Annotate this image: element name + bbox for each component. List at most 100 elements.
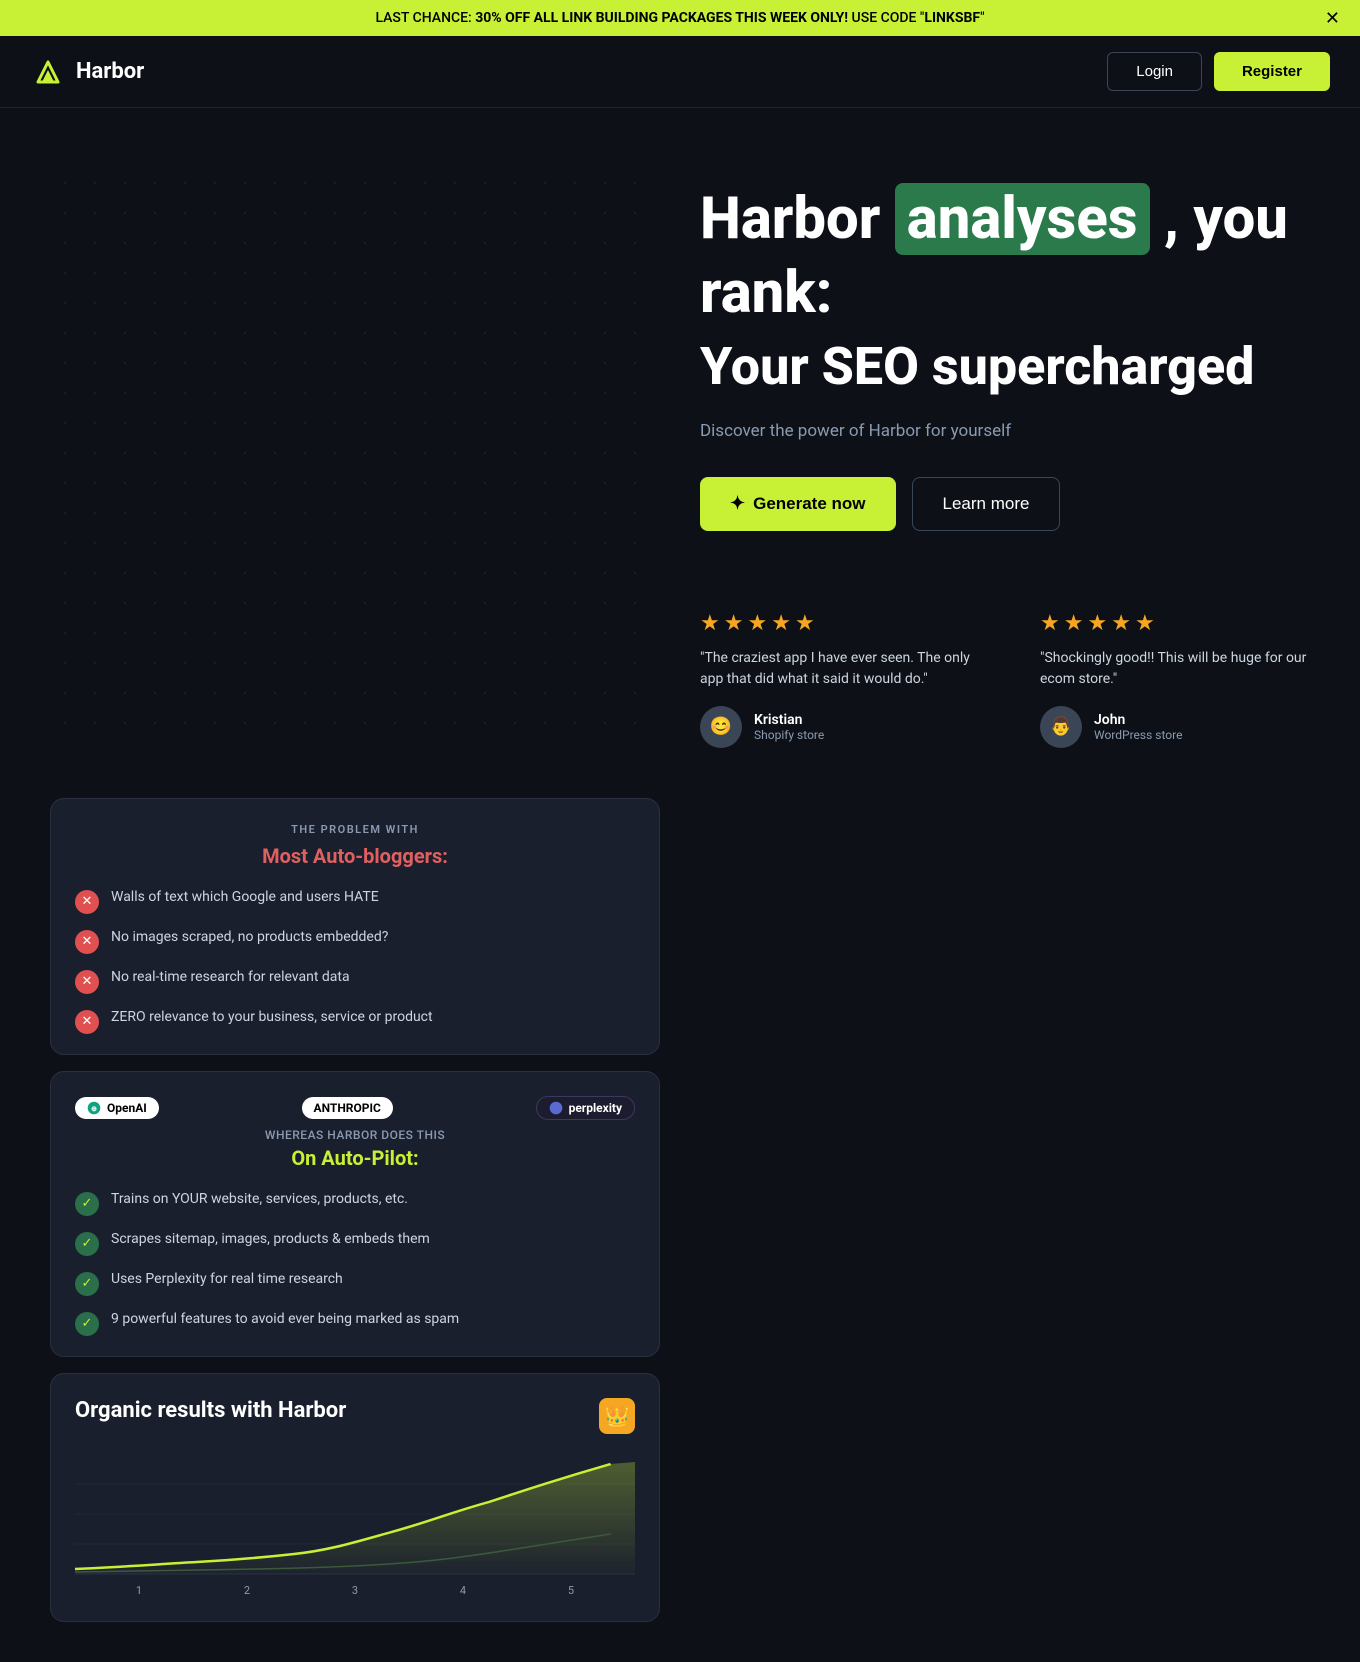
harbor-logo-icon: [30, 54, 66, 90]
reviewer-1-store: Shopify store: [754, 728, 824, 742]
learn-more-button[interactable]: Learn more: [912, 477, 1061, 531]
banner-suffix-prefix: USE CODE ": [848, 10, 924, 26]
problem-item-1: ✕ Walls of text which Google and users H…: [75, 888, 635, 914]
problem-text-2: No images scraped, no products embedded?: [111, 928, 388, 948]
crown-icon: 👑: [605, 1404, 630, 1428]
organic-chart: [75, 1454, 635, 1584]
solution-autopilot: On Auto-Pilot:: [75, 1146, 635, 1170]
check-icon-2: ✓: [75, 1232, 99, 1256]
hero-title-before: Harbor: [700, 185, 895, 253]
openai-badge: ⊕ OpenAI: [75, 1097, 159, 1119]
solution-headline: WHEREAS HARBOR DOES THIS: [75, 1128, 635, 1142]
problem-text-4: ZERO relevance to your business, service…: [111, 1008, 433, 1028]
review-1-text: "The craziest app I have ever seen. The …: [700, 648, 980, 690]
banner-close-button[interactable]: ✕: [1325, 9, 1340, 27]
nav-actions: Login Register: [1107, 52, 1330, 91]
header: Harbor Login Register: [0, 36, 1360, 108]
review-1-stars: ★ ★ ★ ★ ★: [700, 611, 980, 636]
generate-label: Generate now: [753, 494, 865, 514]
hero-title-highlight: analyses: [895, 183, 1150, 255]
banner-highlight: 30% OFF ALL LINK BUILDING PACKAGES THIS …: [475, 10, 848, 26]
solution-item-4: ✓ 9 powerful features to avoid ever bein…: [75, 1310, 635, 1336]
register-button[interactable]: Register: [1214, 52, 1330, 91]
solution-text-3: Uses Perplexity for real time research: [111, 1270, 343, 1290]
cta-buttons: ✦ Generate now Learn more: [700, 477, 1310, 531]
hero-title-line3: Your SEO supercharged: [700, 336, 1310, 397]
right-column: THE PROBLEM WITH Most Auto-bloggers: ✕ W…: [50, 788, 660, 1622]
check-icon-3: ✓: [75, 1272, 99, 1296]
reviewer-2-store: WordPress store: [1094, 728, 1182, 742]
solution-text-4: 9 powerful features to avoid ever being …: [111, 1310, 459, 1330]
openai-label: OpenAI: [107, 1101, 147, 1115]
star-3: ★: [747, 611, 767, 636]
x-icon-1: ✕: [75, 890, 99, 914]
main-content: Harbor analyses , you rank: Your SEO sup…: [0, 108, 1360, 1662]
banner-prefix: LAST CHANCE:: [375, 10, 475, 26]
x-label-1: 1: [136, 1584, 142, 1597]
grid-dots-overlay: [50, 168, 660, 748]
solution-card: ⊕ OpenAI ANTHROPIC perplexity WHEREAS HA…: [50, 1071, 660, 1357]
hero-title-line1: Harbor analyses , you: [700, 188, 1310, 252]
review-2-stars: ★ ★ ★ ★ ★: [1040, 611, 1310, 636]
problem-item-3: ✕ No real-time research for relevant dat…: [75, 968, 635, 994]
banner-text: LAST CHANCE: 30% OFF ALL LINK BUILDING P…: [375, 10, 984, 26]
x-label-3: 3: [352, 1584, 358, 1597]
problem-text-1: Walls of text which Google and users HAT…: [111, 888, 379, 908]
perplexity-badge: perplexity: [536, 1096, 635, 1120]
generate-now-button[interactable]: ✦ Generate now: [700, 477, 896, 531]
solution-item-3: ✓ Uses Perplexity for real time research: [75, 1270, 635, 1296]
problem-text-3: No real-time research for relevant data: [111, 968, 350, 988]
perplexity-label: perplexity: [569, 1101, 622, 1115]
star-5: ★: [1135, 611, 1155, 636]
organic-card-header: Organic results with Harbor 👑: [75, 1398, 635, 1434]
star-1: ★: [700, 611, 720, 636]
hero-title-after: , you: [1150, 185, 1288, 253]
organic-results-card: Organic results with Harbor 👑: [50, 1373, 660, 1622]
x-axis-labels: 1 2 3 4 5: [75, 1584, 635, 1597]
organic-chart-svg: [75, 1454, 635, 1584]
anthropic-badge: ANTHROPIC: [302, 1097, 393, 1119]
login-button[interactable]: Login: [1107, 52, 1202, 91]
solution-item-1: ✓ Trains on YOUR website, services, prod…: [75, 1190, 635, 1216]
solution-item-2: ✓ Scrapes sitemap, images, products & em…: [75, 1230, 635, 1256]
sparkle-icon: ✦: [730, 493, 745, 514]
svg-text:⊕: ⊕: [91, 1104, 97, 1112]
reviewer-1-name: Kristian: [754, 712, 824, 728]
banner-code: LINKSBF: [924, 10, 980, 26]
solution-text-2: Scrapes sitemap, images, products & embe…: [111, 1230, 430, 1250]
check-icon-1: ✓: [75, 1192, 99, 1216]
chart-area-fill: [75, 1462, 635, 1574]
logo: Harbor: [30, 54, 144, 90]
star-4: ★: [1111, 611, 1131, 636]
check-icon-4: ✓: [75, 1312, 99, 1336]
reviewer-1: 😊 Kristian Shopify store: [700, 706, 980, 748]
reviewer-1-info: Kristian Shopify store: [754, 712, 824, 742]
organic-card-title: Organic results with Harbor: [75, 1398, 346, 1424]
problem-card-header: THE PROBLEM WITH: [75, 823, 635, 836]
logo-text: Harbor: [76, 59, 144, 84]
problem-card: THE PROBLEM WITH Most Auto-bloggers: ✕ W…: [50, 798, 660, 1055]
banner-suffix: ": [980, 10, 984, 26]
x-icon-2: ✕: [75, 930, 99, 954]
x-icon-3: ✕: [75, 970, 99, 994]
hero-description: Discover the power of Harbor for yoursel…: [700, 421, 1310, 441]
x-label-5: 5: [568, 1584, 574, 1597]
star-1: ★: [1040, 611, 1060, 636]
star-3: ★: [1087, 611, 1107, 636]
review-item-1: ★ ★ ★ ★ ★ "The craziest app I have ever …: [700, 611, 980, 748]
reviews-section: ★ ★ ★ ★ ★ "The craziest app I have ever …: [700, 591, 1310, 748]
reviewer-2-avatar: 👨: [1040, 706, 1082, 748]
x-icon-4: ✕: [75, 1010, 99, 1034]
ai-logos: ⊕ OpenAI: [75, 1097, 159, 1119]
review-2-text: "Shockingly good!! This will be huge for…: [1040, 648, 1310, 690]
anthropic-label: ANTHROPIC: [314, 1101, 381, 1115]
x-label-2: 2: [244, 1584, 250, 1597]
star-2: ★: [1064, 611, 1084, 636]
review-item-2: ★ ★ ★ ★ ★ "Shockingly good!! This will b…: [1040, 611, 1310, 748]
reviewer-2: 👨 John WordPress store: [1040, 706, 1310, 748]
problem-items-list: ✕ Walls of text which Google and users H…: [75, 888, 635, 1034]
star-4: ★: [771, 611, 791, 636]
announcement-banner: LAST CHANCE: 30% OFF ALL LINK BUILDING P…: [0, 0, 1360, 36]
star-2: ★: [724, 611, 744, 636]
star-5: ★: [795, 611, 815, 636]
